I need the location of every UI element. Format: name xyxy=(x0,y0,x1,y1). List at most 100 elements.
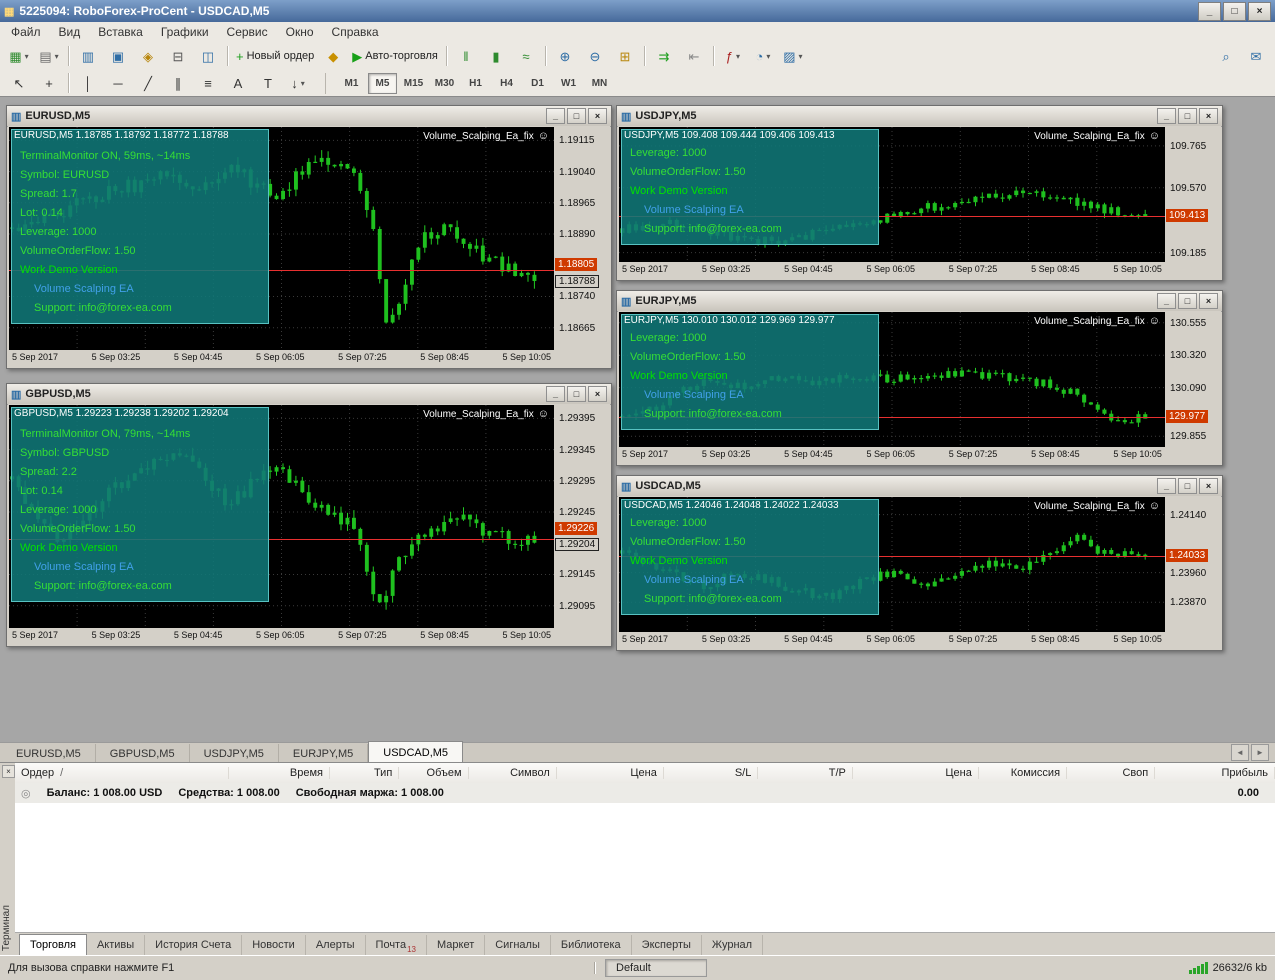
terminal-tab-журнал[interactable]: Журнал xyxy=(702,935,764,955)
terminal-tab-почта[interactable]: Почта 13 xyxy=(366,935,427,955)
orders-column-8[interactable]: Цена xyxy=(853,767,979,779)
terminal-tab-алерты[interactable]: Алерты xyxy=(306,935,366,955)
timeframe-m15[interactable]: M15 xyxy=(399,73,428,94)
orders-column-6[interactable]: S/L xyxy=(664,767,759,779)
orders-column-4[interactable]: Символ xyxy=(469,767,557,779)
terminal-tab-история-счета[interactable]: История Счета xyxy=(145,935,243,955)
orders-column-11[interactable]: Прибыль xyxy=(1155,767,1275,779)
text-tool-button[interactable]: A xyxy=(223,71,253,95)
chart-window-titlebar[interactable]: ▥ USDCAD,M5 _ □ × xyxy=(617,476,1222,497)
chart-tab-gbpusd-m5[interactable]: GBPUSD,M5 xyxy=(96,744,190,763)
cursor-tool-button[interactable]: ↖ xyxy=(4,71,34,95)
terminal-toggle-button[interactable]: ⊟ xyxy=(163,44,193,68)
timeframe-w1[interactable]: W1 xyxy=(554,73,583,94)
line-chart-mode-button[interactable]: ≈ xyxy=(511,44,541,68)
chart-plot-area[interactable]: EURUSD,M5 1.18785 1.18792 1.18772 1.1878… xyxy=(9,127,554,350)
terminal-tab-активы[interactable]: Активы xyxy=(87,935,146,955)
menu-view[interactable]: Вид xyxy=(50,23,90,41)
label-tool-button[interactable]: T xyxy=(253,71,283,95)
menu-window[interactable]: Окно xyxy=(277,23,323,41)
terminal-tab-торговля[interactable]: Торговля xyxy=(19,934,87,956)
timeframe-h1[interactable]: H1 xyxy=(461,73,490,94)
horizontal-line-tool-button[interactable]: ─ xyxy=(103,71,133,95)
indicators-list-button[interactable]: ƒ ▾ xyxy=(718,44,748,68)
timeframe-m30[interactable]: M30 xyxy=(430,73,459,94)
terminal-tab-эксперты[interactable]: Эксперты xyxy=(632,935,702,955)
price-scale[interactable]: 109.765 109.570 109.185 109.413 xyxy=(1166,127,1222,262)
chart-plot-area[interactable]: USDJPY,M5 109.408 109.444 109.406 109.41… xyxy=(619,127,1165,262)
tab-scroll-left-icon[interactable]: ◄ xyxy=(1231,744,1249,761)
chat-button[interactable]: ✉ xyxy=(1241,44,1271,68)
timeframe-mn[interactable]: MN xyxy=(585,73,614,94)
orders-column-2[interactable]: Тип xyxy=(330,767,400,779)
chart-window-titlebar[interactable]: ▥ EURUSD,M5 _ □ × xyxy=(7,106,611,127)
bar-chart-mode-button[interactable]: ‖ xyxy=(451,44,481,68)
auto-scroll-button[interactable]: ⇉ xyxy=(649,44,679,68)
minimize-button[interactable]: _ xyxy=(1198,1,1221,21)
timeframe-d1[interactable]: D1 xyxy=(523,73,552,94)
period-menu-button[interactable]: ◔ ▾ xyxy=(748,44,778,68)
chart-shift-button[interactable]: ⇤ xyxy=(679,44,709,68)
template-menu-button[interactable]: ▨ ▾ xyxy=(778,44,808,68)
menu-insert[interactable]: Вставка xyxy=(89,23,152,41)
orders-column-9[interactable]: Комиссия xyxy=(979,767,1068,779)
chart-window-titlebar[interactable]: ▥ EURJPY,M5 _ □ × xyxy=(617,291,1222,312)
chart-plot-area[interactable]: EURJPY,M5 130.010 130.012 129.969 129.97… xyxy=(619,312,1165,447)
chart-minimize-button[interactable]: _ xyxy=(546,386,565,402)
window-titlebar[interactable]: ▦ 5225094: RoboForex-ProCent - USDCAD,M5… xyxy=(0,0,1275,22)
chart-close-button[interactable]: × xyxy=(1199,108,1218,124)
fibonacci-tool-button[interactable]: ≡ xyxy=(193,71,223,95)
chart-tab-eurusd-m5[interactable]: EURUSD,M5 xyxy=(2,744,96,763)
chart-close-button[interactable]: × xyxy=(588,386,607,402)
orders-column-5[interactable]: Цена xyxy=(557,767,664,779)
price-scale[interactable]: 1.29395 1.29345 1.29295 1.29245 1.29145 1.290… xyxy=(555,405,611,628)
navigator-button[interactable]: ◈ xyxy=(133,44,163,68)
chart-restore-button[interactable]: □ xyxy=(1178,108,1197,124)
orders-column-0[interactable]: Ордер / xyxy=(15,767,230,779)
chart-minimize-button[interactable]: _ xyxy=(546,108,565,124)
time-scale[interactable]: 5 Sep 2017 5 Sep 03:25 5 Sep 04:45 5 Sep 06… xyxy=(9,629,554,643)
orders-column-1[interactable]: Время xyxy=(229,767,330,779)
tile-windows-button[interactable]: ⊞ xyxy=(610,44,640,68)
chart-tab-usdcad-m5[interactable]: USDCAD,M5 xyxy=(368,741,464,763)
chart-close-button[interactable]: × xyxy=(1199,293,1218,309)
time-scale[interactable]: 5 Sep 2017 5 Sep 03:25 5 Sep 04:45 5 Sep 06… xyxy=(619,448,1165,462)
vertical-line-tool-button[interactable]: │ xyxy=(73,71,103,95)
timeframe-m5[interactable]: M5 xyxy=(368,72,397,94)
chart-minimize-button[interactable]: _ xyxy=(1157,478,1176,494)
time-scale[interactable]: 5 Sep 2017 5 Sep 03:25 5 Sep 04:45 5 Sep 06… xyxy=(619,263,1165,277)
chart-restore-button[interactable]: □ xyxy=(567,108,586,124)
terminal-tab-сигналы[interactable]: Сигналы xyxy=(485,935,551,955)
menu-service[interactable]: Сервис xyxy=(218,23,277,41)
strategy-tester-button[interactable]: ◫ xyxy=(193,44,223,68)
crosshair-tool-button[interactable]: + xyxy=(34,71,64,95)
chart-restore-button[interactable]: □ xyxy=(567,386,586,402)
chart-restore-button[interactable]: □ xyxy=(1178,478,1197,494)
close-button[interactable]: × xyxy=(1248,1,1271,21)
status-profile[interactable]: Default xyxy=(605,959,707,977)
chart-plot-area[interactable]: GBPUSD,M5 1.29223 1.29238 1.29202 1.2920… xyxy=(9,405,554,628)
market-watch-button[interactable]: ▥ xyxy=(73,44,103,68)
orders-column-7[interactable]: T/P xyxy=(758,767,853,779)
candlestick-mode-button[interactable]: ▮ xyxy=(481,44,511,68)
chart-plot-area[interactable]: USDCAD,M5 1.24046 1.24048 1.24022 1.2403… xyxy=(619,497,1165,632)
profiles-button[interactable]: ▤ ▾ xyxy=(34,44,64,68)
zoom-out-button[interactable]: ⊖ xyxy=(580,44,610,68)
terminal-tab-библиотека[interactable]: Библиотека xyxy=(551,935,632,955)
terminal-tab-новости[interactable]: Новости xyxy=(242,935,306,955)
new-order-button[interactable]: + Новый ордер xyxy=(232,44,318,68)
auto-trading-button[interactable]: ▶ Авто-торговля xyxy=(348,44,442,68)
orders-column-3[interactable]: Объем xyxy=(399,767,469,779)
price-scale[interactable]: 1.19115 1.19040 1.18965 1.18890 1.18740 1.186… xyxy=(555,127,611,350)
new-chart-button[interactable]: ▦ ▾ xyxy=(4,44,34,68)
trendline-tool-button[interactable]: ╱ xyxy=(133,71,163,95)
terminal-tab-маркет[interactable]: Маркет xyxy=(427,935,486,955)
zoom-in-button[interactable]: ⊕ xyxy=(550,44,580,68)
help-search-button[interactable]: ⌕ xyxy=(1211,44,1241,68)
time-scale[interactable]: 5 Sep 2017 5 Sep 03:25 5 Sep 04:45 5 Sep 06… xyxy=(9,351,554,365)
chart-window-titlebar[interactable]: ▥ GBPUSD,M5 _ □ × xyxy=(7,384,611,405)
menu-file[interactable]: Файл xyxy=(2,23,50,41)
chart-restore-button[interactable]: □ xyxy=(1178,293,1197,309)
data-window-button[interactable]: ▣ xyxy=(103,44,133,68)
price-scale[interactable]: 130.555 130.320 130.090 129.855 129.977 xyxy=(1166,312,1222,447)
